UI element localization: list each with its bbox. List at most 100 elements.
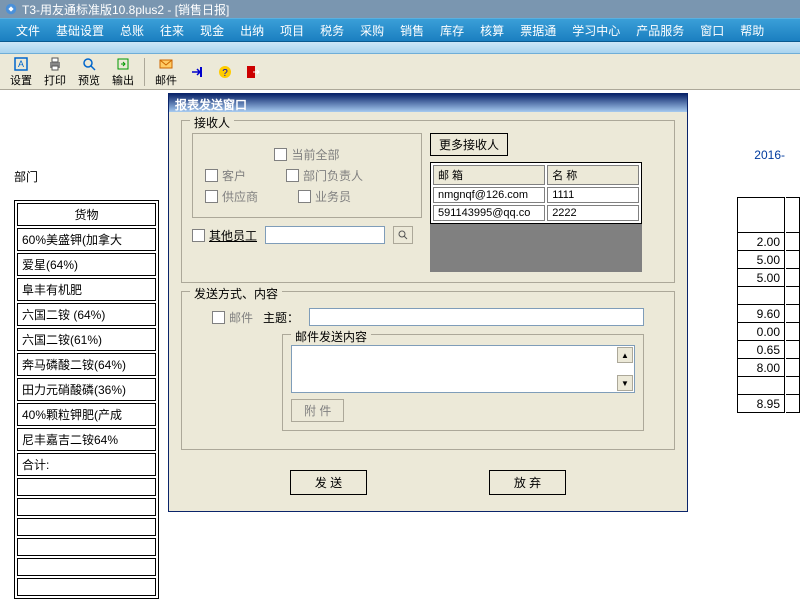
scroll-up[interactable]: ▲ [617, 347, 633, 363]
goods-row[interactable]: 尼丰嘉吉二铵64% [17, 428, 156, 451]
goods-total[interactable]: 合计: [17, 453, 156, 476]
menu-basic[interactable]: 基础设置 [48, 18, 112, 43]
tool-unk2[interactable]: ? [211, 62, 239, 82]
window-title: T3-用友通标准版10.8plus2 - [销售日报] [22, 1, 229, 18]
toolbar: A 设置 打印 预览 输出 邮件 ? [0, 54, 800, 90]
tool-setup[interactable]: A 设置 [4, 54, 38, 90]
menu-bill[interactable]: 票据通 [512, 18, 564, 43]
svg-text:A: A [18, 59, 24, 69]
goods-row[interactable] [17, 558, 156, 576]
cell[interactable]: 0.00 [737, 323, 785, 341]
arrow-icon [189, 64, 205, 80]
recipient-group-title: 接收人 [190, 114, 234, 131]
goods-row[interactable] [17, 498, 156, 516]
more-recipients-button[interactable]: 更多接收人 [430, 133, 508, 156]
chk-current-all[interactable]: 当前全部 [274, 146, 339, 163]
menubar: 文件 基础设置 总账 往来 现金 出纳 项目 税务 采购 销售 库存 核算 票据… [0, 18, 800, 42]
cell[interactable]: 8.00 [737, 359, 785, 377]
menu-help[interactable]: 帮助 [732, 18, 772, 43]
goods-row[interactable] [17, 478, 156, 496]
menu-window[interactable]: 窗口 [692, 18, 732, 43]
svg-text:?: ? [222, 68, 228, 79]
menu-cashier[interactable]: 出纳 [232, 18, 272, 43]
menu-cash[interactable]: 现金 [192, 18, 232, 43]
menu-gl[interactable]: 总账 [112, 18, 152, 43]
chk-customer[interactable]: 客户 [205, 167, 246, 184]
goods-row[interactable]: 六国二铵 (64%) [17, 303, 156, 326]
cell[interactable]: 5.00 [737, 251, 785, 269]
goods-row[interactable]: 60%美盛钾(加拿大 [17, 228, 156, 251]
other-staff-input[interactable] [265, 226, 385, 244]
cell[interactable] [737, 287, 785, 305]
tool-preview[interactable]: 预览 [72, 54, 106, 90]
content-textarea[interactable]: ▲ ▼ [291, 345, 635, 393]
dialog-title: 报表发送窗口 [169, 94, 687, 112]
app-icon [4, 2, 18, 16]
help-icon: ? [217, 64, 233, 80]
send-dialog: 报表发送窗口 接收人 当前全部 客户 部门负责人 供应商 业务员 其他员工 [168, 93, 688, 512]
tool-unk3[interactable] [239, 62, 267, 82]
menu-file[interactable]: 文件 [8, 18, 48, 43]
menu-ar[interactable]: 往来 [152, 18, 192, 43]
col-email: 邮 箱 [433, 165, 545, 185]
content-group: 邮件发送内容 ▲ ▼ 附 件 [282, 334, 644, 431]
output-icon [115, 56, 131, 72]
send-group-title: 发送方式、内容 [190, 285, 282, 302]
menu-stock[interactable]: 库存 [432, 18, 472, 43]
goods-row[interactable]: 田力元硝酸磷(36%) [17, 378, 156, 401]
menu-tax[interactable]: 税务 [312, 18, 352, 43]
attach-button[interactable]: 附 件 [291, 399, 344, 422]
titlebar: T3-用友通标准版10.8plus2 - [销售日报] [0, 0, 800, 18]
year-partial: 2016- [754, 148, 785, 162]
tool-unk1[interactable] [183, 62, 211, 82]
tool-print[interactable]: 打印 [38, 54, 72, 90]
goods-row[interactable] [17, 538, 156, 556]
menu-sales[interactable]: 销售 [392, 18, 432, 43]
cell[interactable]: 5.00 [737, 269, 785, 287]
cell[interactable]: 0.65 [737, 341, 785, 359]
cell[interactable]: 8.95 [737, 395, 785, 413]
abandon-button[interactable]: 放 弃 [489, 470, 566, 495]
chk-dept-head[interactable]: 部门负责人 [286, 167, 363, 184]
send-group: 发送方式、内容 邮件 主题： 邮件发送内容 ▲ ▼ 附 件 [181, 291, 675, 450]
search-icon [397, 229, 409, 241]
exit-icon [245, 64, 261, 80]
chk-other-staff[interactable]: 其他员工 [192, 227, 257, 244]
menu-purchase[interactable]: 采购 [352, 18, 392, 43]
recipient-table: 邮 箱 名 称 nmgnqf@126.com 1111 591143995@qq… [430, 162, 642, 224]
table-row[interactable]: 591143995@qq.co 2222 [433, 205, 639, 221]
subject-label: 主题： [263, 309, 299, 326]
chk-salesperson[interactable]: 业务员 [298, 188, 351, 205]
goods-row[interactable]: 40%颗粒钾肥(产成 [17, 403, 156, 426]
chk-supplier[interactable]: 供应商 [205, 188, 258, 205]
tool-mail[interactable]: 邮件 [149, 54, 183, 90]
goods-row[interactable] [17, 578, 156, 596]
dept-label: 部门 [14, 168, 38, 185]
goods-row[interactable]: 阜丰有机肥 [17, 278, 156, 301]
goods-row[interactable]: 奔马磷酸二铵(64%) [17, 353, 156, 376]
preview-icon [81, 56, 97, 72]
menu-learn[interactable]: 学习中心 [564, 18, 628, 43]
goods-row[interactable]: 爱星(64%) [17, 253, 156, 276]
scroll-down[interactable]: ▼ [617, 375, 633, 391]
tool-output[interactable]: 输出 [106, 54, 140, 90]
menu-project[interactable]: 项目 [272, 18, 312, 43]
menu-acct[interactable]: 核算 [472, 18, 512, 43]
menu-product[interactable]: 产品服务 [628, 18, 692, 43]
cell[interactable]: 9.60 [737, 305, 785, 323]
setup-icon: A [13, 56, 29, 72]
subject-input[interactable] [309, 308, 644, 326]
goods-row[interactable] [17, 518, 156, 536]
col-name: 名 称 [547, 165, 639, 185]
cell[interactable] [737, 377, 785, 395]
recipient-checks: 当前全部 客户 部门负责人 供应商 业务员 [192, 133, 422, 218]
goods-table: 货物 60%美盛钾(加拿大 爱星(64%) 阜丰有机肥 六国二铵 (64%) 六… [14, 200, 159, 599]
send-button[interactable]: 发 送 [290, 470, 367, 495]
search-button[interactable] [393, 226, 413, 244]
print-icon [47, 56, 63, 72]
cell[interactable] [737, 197, 785, 233]
chk-mail[interactable]: 邮件 [212, 309, 253, 326]
table-row[interactable]: nmgnqf@126.com 1111 [433, 187, 639, 203]
goods-row[interactable]: 六国二铵(61%) [17, 328, 156, 351]
cell[interactable]: 2.00 [737, 233, 785, 251]
